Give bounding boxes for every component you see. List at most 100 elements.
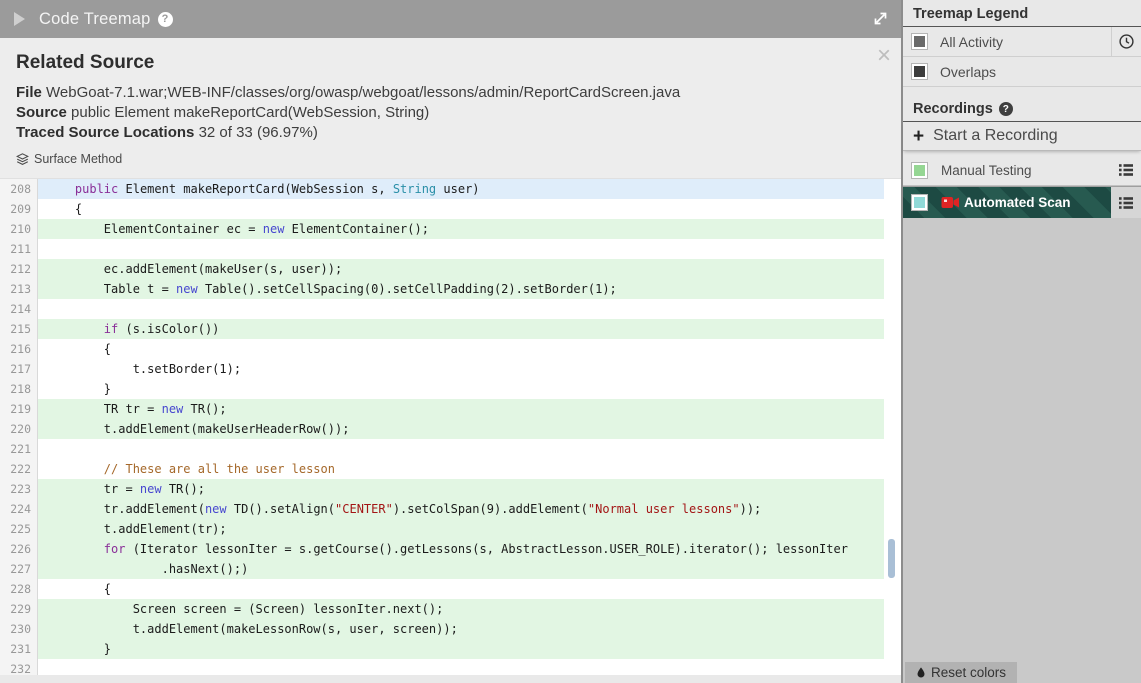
legend-title: Treemap Legend <box>913 6 1029 22</box>
file-value: WebGoat-7.1.war;WEB-INF/classes/org/owas… <box>46 84 681 101</box>
line-number: 230 <box>0 619 38 639</box>
recording-row-manual-testing[interactable]: Manual Testing <box>903 155 1141 186</box>
recordings-help-icon[interactable]: ? <box>998 102 1013 116</box>
code-line: 230 t.addElement(makeLessonRow(s, user, … <box>0 619 901 639</box>
legend-item-overlaps[interactable]: Overlaps <box>903 57 1141 87</box>
automated-scan-label-wrap: Automated Scan <box>941 195 1111 210</box>
legend-item-all-activity[interactable]: All Activity <box>903 27 1141 57</box>
line-number: 232 <box>0 659 38 675</box>
surface-method-badge: Surface Method <box>16 152 885 166</box>
code-line: 227 .hasNext();) <box>0 559 901 579</box>
overlaps-swatch <box>911 63 928 80</box>
code-line: 216 { <box>0 339 901 359</box>
layers-icon <box>16 152 29 166</box>
line-number: 223 <box>0 479 38 499</box>
line-number: 212 <box>0 259 38 279</box>
code-line: 217 t.setBorder(1); <box>0 359 901 379</box>
code-line: 212 ec.addElement(makeUser(s, user)); <box>0 259 901 279</box>
line-number: 211 <box>0 239 38 259</box>
code-text: public Element makeReportCard(WebSession… <box>38 179 884 199</box>
code-line: 229 Screen screen = (Screen) lessonIter.… <box>0 599 901 619</box>
code-text: ec.addElement(makeUser(s, user)); <box>38 259 884 279</box>
recording-row-automated-scan[interactable]: Automated Scan <box>903 186 1141 218</box>
main-panel: Code Treemap ? × Related Source File Web… <box>0 0 901 683</box>
collapse-arrow-icon[interactable] <box>14 12 25 26</box>
code-line: 225 t.addElement(tr); <box>0 519 901 539</box>
code-text: .hasNext();) <box>38 559 884 579</box>
code-text: if (s.isColor()) <box>38 319 884 339</box>
code-scrollbar-thumb[interactable] <box>888 539 895 578</box>
code-text: Table t = new Table().setCellSpacing(0).… <box>38 279 884 299</box>
code-text: t.addElement(makeUserHeaderRow()); <box>38 419 884 439</box>
code-line: 221 <box>0 439 901 459</box>
code-line: 211 <box>0 239 901 259</box>
line-number: 213 <box>0 279 38 299</box>
code-text: { <box>46 342 112 356</box>
code-text: t.addElement(makeLessonRow(s, user, scre… <box>38 619 884 639</box>
code-line: 219 TR tr = new TR(); <box>0 399 901 419</box>
code-scrollbar <box>888 179 896 675</box>
code-line: 232 <box>0 659 901 675</box>
code-text: { <box>46 202 83 216</box>
titlebar-help-icon[interactable]: ? <box>157 11 173 27</box>
traced-value: 32 of 33 (96.97%) <box>198 124 318 141</box>
code-text: tr.addElement(new TD().setAlign("CENTER"… <box>38 499 884 519</box>
source-label: Source <box>16 104 67 121</box>
source-code-viewer: 208 public Element makeReportCard(WebSes… <box>0 178 901 675</box>
line-number: 208 <box>0 179 38 199</box>
line-number: 228 <box>0 579 38 599</box>
expand-icon[interactable] <box>872 10 889 27</box>
droplet-icon <box>916 666 926 679</box>
bottom-strip <box>0 675 901 683</box>
code-text: } <box>46 382 112 396</box>
code-text: // These are all the user lesson <box>103 462 335 476</box>
line-number: 216 <box>0 339 38 359</box>
list-menu-icon[interactable] <box>1111 187 1141 218</box>
code-text: { <box>46 582 112 596</box>
list-menu-icon[interactable] <box>1111 155 1141 185</box>
overlaps-label: Overlaps <box>940 63 997 80</box>
line-number: 226 <box>0 539 38 559</box>
code-text: tr = new TR(); <box>38 479 884 499</box>
line-number: 209 <box>0 199 38 219</box>
line-number: 220 <box>0 419 38 439</box>
code-line: 209 { <box>0 199 901 219</box>
source-line: Source public Element makeReportCard(Web… <box>16 103 885 123</box>
code-line: 208 public Element makeReportCard(WebSes… <box>0 179 901 199</box>
code-line: 231 } <box>0 639 901 659</box>
recordings-title: Recordings <box>913 101 993 117</box>
recordings-heading: Recordings ? <box>903 95 1141 122</box>
reset-colors-button[interactable]: Reset colors <box>905 662 1017 683</box>
code-line: 226 for (Iterator lessonIter = s.getCour… <box>0 539 901 559</box>
titlebar-title: Code Treemap <box>39 9 151 28</box>
sidebar-lower-area: Reset colors <box>903 218 1141 683</box>
surface-method-label: Surface Method <box>34 152 123 166</box>
code-line: 222 // These are all the user lesson <box>0 459 901 479</box>
start-recording-label: Start a Recording <box>933 127 1058 144</box>
line-number: 229 <box>0 599 38 619</box>
video-camera-icon <box>941 196 960 209</box>
code-line: 223 tr = new TR(); <box>0 479 901 499</box>
treemap-sidebar: Treemap Legend All Activity Overlaps Rec… <box>901 0 1141 683</box>
source-value: public Element makeReportCard(WebSession… <box>71 104 430 121</box>
line-number: 217 <box>0 359 38 379</box>
code-text: for (Iterator lessonIter = s.getCourse()… <box>38 539 884 559</box>
line-number: 224 <box>0 499 38 519</box>
plus-icon: + <box>913 125 925 147</box>
line-number: 215 <box>0 319 38 339</box>
close-icon[interactable]: × <box>877 44 891 68</box>
related-source-header: × Related Source File WebGoat-7.1.war;WE… <box>0 38 901 178</box>
start-recording-button[interactable]: + Start a Recording <box>903 122 1141 151</box>
line-number: 227 <box>0 559 38 579</box>
code-text: t.addElement(tr); <box>38 519 884 539</box>
line-number: 218 <box>0 379 38 399</box>
code-line: 228 { <box>0 579 901 599</box>
code-text: Screen screen = (Screen) lessonIter.next… <box>38 599 884 619</box>
line-number: 221 <box>0 439 38 459</box>
code-text: TR tr = new TR(); <box>38 399 884 419</box>
reset-colors-label: Reset colors <box>930 665 1007 680</box>
history-clock-icon[interactable] <box>1111 27 1141 56</box>
